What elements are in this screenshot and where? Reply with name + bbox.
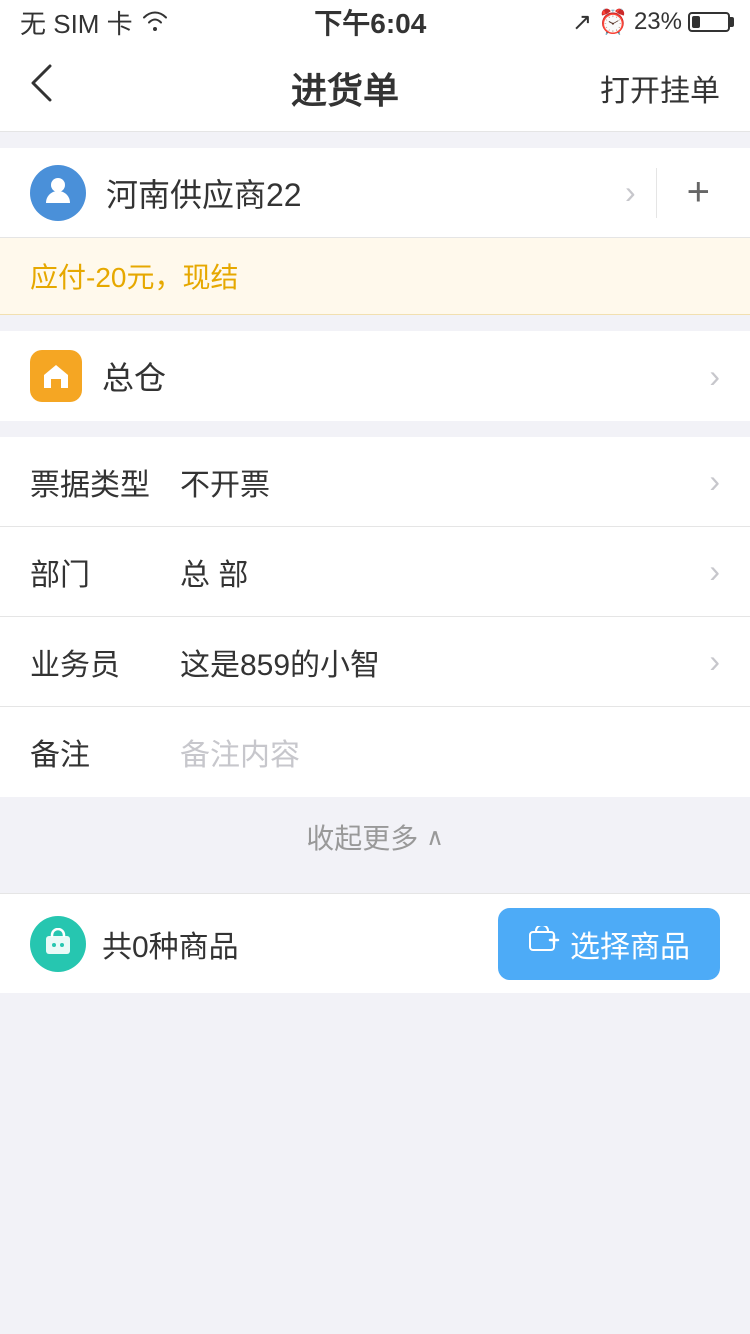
invoice-label: 票据类型 (30, 460, 160, 504)
page-title: 进货单 (291, 62, 399, 114)
nav-bar: 进货单 打开挂单 (0, 44, 750, 132)
warehouse-icon (30, 350, 82, 402)
collapse-row[interactable]: 收起更多 ∧ (0, 797, 750, 877)
battery-text: 23% (634, 8, 682, 36)
divider-3 (0, 421, 750, 437)
divider-4 (0, 877, 750, 893)
status-left: 无 SIM 卡 (20, 4, 169, 41)
warehouse-chevron-icon: › (709, 358, 720, 395)
carrier-text: 无 SIM 卡 (20, 4, 133, 41)
warehouse-section: 总仓 › (0, 331, 750, 421)
battery-icon (688, 12, 730, 32)
product-icon (30, 916, 86, 972)
divider-1 (0, 132, 750, 148)
department-row[interactable]: 部门 总 部 › (0, 527, 750, 617)
remark-row[interactable]: 备注 备注内容 (0, 707, 750, 797)
status-time: 下午6:04 (314, 2, 426, 42)
wifi-icon (141, 7, 169, 38)
supplier-chevron-icon: › (625, 174, 636, 211)
department-label: 部门 (30, 550, 160, 594)
supplier-section: 河南供应商22 › + 应付-20元，现结 (0, 148, 750, 315)
back-button[interactable] (30, 64, 90, 111)
remark-label: 备注 (30, 730, 160, 774)
supplier-row[interactable]: 河南供应商22 › + (0, 148, 750, 238)
status-right: ↗ ⏰ 23% (572, 8, 730, 37)
salesperson-chevron-icon: › (709, 643, 720, 680)
notice-banner: 应付-20元，现结 (0, 238, 750, 315)
invoice-value: 不开票 (160, 460, 699, 504)
bottom-bar: 共0种商品 选择商品 (0, 893, 750, 993)
status-bar: 无 SIM 卡 下午6:04 ↗ ⏰ 23% (0, 0, 750, 44)
collapse-text: 收起更多 (306, 817, 418, 857)
department-chevron-icon: › (709, 553, 720, 590)
divider-2 (0, 315, 750, 331)
avatar-icon (42, 173, 74, 212)
invoice-chevron-icon: › (709, 463, 720, 500)
select-product-label: 选择商品 (570, 922, 690, 966)
department-value: 总 部 (160, 550, 699, 594)
salesperson-label: 业务员 (30, 640, 160, 684)
form-section: 票据类型 不开票 › 部门 总 部 › 业务员 这是859的小智 › 备注 备注… (0, 437, 750, 797)
select-product-button[interactable]: 选择商品 (498, 908, 720, 980)
add-supplier-button[interactable]: + (677, 170, 720, 215)
alarm-icon: ⏰ (598, 8, 628, 37)
location-icon: ↗ (572, 8, 592, 37)
salesperson-value: 这是859的小智 (160, 640, 699, 684)
collapse-icon: ∧ (426, 823, 444, 852)
supplier-avatar (30, 165, 86, 221)
page-filler (0, 993, 750, 1273)
product-count: 共0种商品 (102, 922, 498, 966)
salesperson-row[interactable]: 业务员 这是859的小智 › (0, 617, 750, 707)
supplier-name: 河南供应商22 (106, 170, 615, 216)
open-pending-button[interactable]: 打开挂单 (600, 66, 720, 110)
warehouse-row[interactable]: 总仓 › (0, 331, 750, 421)
warehouse-name: 总仓 (102, 353, 699, 399)
divider-vertical (656, 168, 657, 218)
select-product-icon (528, 926, 560, 962)
remark-input[interactable]: 备注内容 (160, 730, 720, 774)
invoice-row[interactable]: 票据类型 不开票 › (0, 437, 750, 527)
